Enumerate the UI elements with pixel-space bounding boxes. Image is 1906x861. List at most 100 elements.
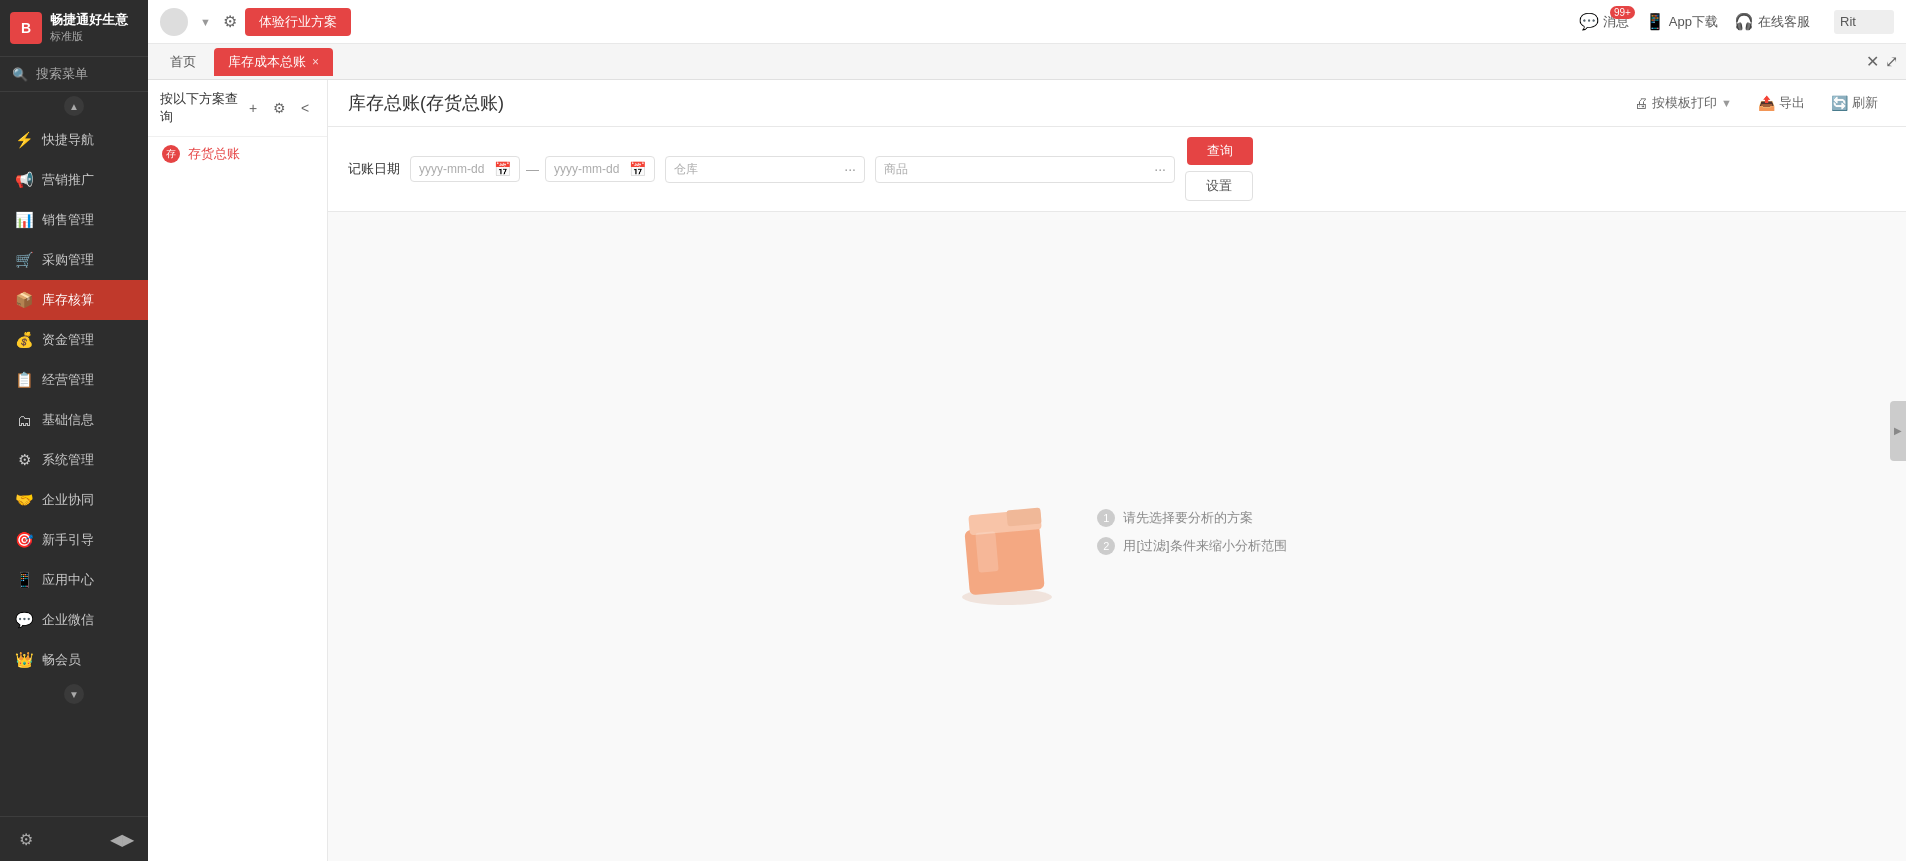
page-header: 库存总账(存货总账) 🖨 按模板打印 ▼ 📤 导出 🔄 刷新	[328, 80, 1906, 127]
app-download-icon: 📱	[1645, 12, 1665, 31]
svg-rect-3	[1007, 507, 1042, 526]
schema-item-icon: 存	[162, 145, 180, 163]
query-form: 记账日期 yyyy-mm-dd 📅 — yyyy-mm-dd 📅 仓库 ···	[328, 127, 1906, 212]
manage-schema-button[interactable]: ⚙	[269, 98, 289, 118]
form-buttons: 查询 设置	[1185, 137, 1253, 201]
sidebar-item-sales[interactable]: 📊 销售管理	[0, 200, 148, 240]
warehouse-placeholder: 仓库	[674, 161, 698, 178]
sidebar-item-cooperation[interactable]: 🤝 企业协同	[0, 480, 148, 520]
brand-name: 畅捷通好生意	[50, 12, 128, 29]
logo-icon: B	[10, 12, 42, 44]
collapse-panel-button[interactable]: <	[295, 98, 315, 118]
topbar-right: 💬 消息 99+ 📱 App下载 🎧 在线客服 Rit	[1579, 10, 1894, 34]
warehouse-select[interactable]: 仓库 ···	[665, 156, 865, 183]
inventory-icon: 📦	[14, 290, 34, 310]
sidebar-item-appstore[interactable]: 📱 应用中心	[0, 560, 148, 600]
print-icon: 🖨	[1634, 95, 1648, 111]
tip-text-2: 用[过滤]条件来缩小分析范围	[1123, 537, 1286, 555]
tab-inventory-label: 库存成本总账	[228, 53, 306, 71]
sidebar-item-basic[interactable]: 🗂 基础信息	[0, 400, 148, 440]
collapse-sidebar-icon[interactable]: ◀▶	[110, 827, 134, 851]
sales-label: 销售管理	[42, 211, 94, 229]
tab-inventory-ledger[interactable]: 库存成本总账 ×	[214, 48, 333, 76]
wechat-label: 企业微信	[42, 611, 94, 629]
newbie-icon: 🎯	[14, 530, 34, 550]
goods-more-icon: ···	[1154, 161, 1166, 177]
sidebar: B 畅捷通好生意 标准版 🔍 搜索菜单 ▲ ⚡ 快捷导航 📢 营销推广 📊 销售…	[0, 0, 148, 861]
search-menu-label: 搜索菜单	[36, 65, 88, 83]
refresh-button[interactable]: 🔄 刷新	[1823, 90, 1886, 116]
goods-placeholder: 商品	[884, 161, 908, 178]
date-end-input[interactable]: yyyy-mm-dd 📅	[545, 156, 655, 182]
date-end-placeholder: yyyy-mm-dd	[554, 162, 619, 176]
online-service-item[interactable]: 🎧 在线客服	[1734, 12, 1810, 31]
sidebar-item-wechat[interactable]: 💬 企业微信	[0, 600, 148, 640]
empty-box-svg	[947, 477, 1067, 607]
user-area	[160, 8, 192, 36]
sidebar-item-vip[interactable]: 👑 畅会员	[0, 640, 148, 680]
date-range: yyyy-mm-dd 📅 — yyyy-mm-dd 📅	[410, 156, 655, 182]
app-download-item[interactable]: 📱 App下载	[1645, 12, 1718, 31]
export-button[interactable]: 📤 导出	[1750, 90, 1813, 116]
print-dropdown-icon[interactable]: ▼	[1721, 97, 1732, 109]
app-download-label: App下载	[1669, 13, 1718, 31]
industry-solution-button[interactable]: 体验行业方案	[245, 8, 351, 36]
sidebar-item-operations[interactable]: 📋 经营管理	[0, 360, 148, 400]
inventory-label: 库存核算	[42, 291, 94, 309]
purchase-label: 采购管理	[42, 251, 94, 269]
panel-close-icon[interactable]: ✕	[1866, 52, 1879, 71]
add-schema-button[interactable]: +	[243, 98, 263, 118]
settings-button[interactable]: 设置	[1185, 171, 1253, 201]
sidebar-item-newbie[interactable]: 🎯 新手引导	[0, 520, 148, 560]
sidebar-item-system[interactable]: ⚙ 系统管理	[0, 440, 148, 480]
page-header-actions: 🖨 按模板打印 ▼ 📤 导出 🔄 刷新	[1626, 90, 1886, 116]
newbie-label: 新手引导	[42, 531, 94, 549]
messages-item[interactable]: 💬 消息 99+	[1579, 12, 1629, 31]
user-avatar	[160, 8, 188, 36]
purchase-icon: 🛒	[14, 250, 34, 270]
system-icon: ⚙	[14, 450, 34, 470]
empty-illustration	[947, 477, 1067, 597]
empty-tips: 1 请先选择要分析的方案 2 用[过滤]条件来缩小分析范围	[1097, 509, 1286, 565]
right-panel-toggle[interactable]: ▶	[1890, 401, 1906, 461]
sidebar-item-inventory[interactable]: 📦 库存核算	[0, 280, 148, 320]
settings-gear-icon[interactable]: ⚙	[14, 827, 38, 851]
search-icon: 🔍	[12, 67, 28, 82]
cooperation-label: 企业协同	[42, 491, 94, 509]
panel-expand-icon[interactable]: ⤢	[1885, 52, 1898, 71]
search-menu-item[interactable]: 🔍 搜索菜单	[0, 57, 148, 92]
message-icon: 💬	[1579, 12, 1599, 31]
tabs-bar: 首页 库存成本总账 × ✕ ⤢	[148, 44, 1906, 80]
empty-state-inner: 1 请先选择要分析的方案 2 用[过滤]条件来缩小分析范围	[947, 477, 1286, 597]
scroll-down-btn[interactable]: ▼	[64, 684, 84, 704]
sidebar-item-finance[interactable]: 💰 资金管理	[0, 320, 148, 360]
topbar-user-right[interactable]: Rit	[1834, 10, 1894, 34]
right-panel-icon: ▶	[1894, 425, 1902, 436]
quick-nav-icon: ⚡	[14, 130, 34, 150]
date-start-input[interactable]: yyyy-mm-dd 📅	[410, 156, 520, 182]
tab-close-icon[interactable]: ×	[312, 55, 319, 69]
topbar-username: Rit	[1840, 14, 1856, 29]
schema-item-inventory[interactable]: 存 存货总账	[148, 137, 327, 171]
basic-icon: 🗂	[14, 410, 34, 430]
vip-label: 畅会员	[42, 651, 81, 669]
topbar-settings-icon[interactable]: ⚙	[223, 12, 237, 31]
marketing-icon: 📢	[14, 170, 34, 190]
tab-home[interactable]: 首页	[156, 48, 210, 76]
goods-select[interactable]: 商品 ···	[875, 156, 1175, 183]
user-dropdown-icon[interactable]: ▼	[200, 16, 211, 28]
basic-label: 基础信息	[42, 411, 94, 429]
sidebar-item-purchase[interactable]: 🛒 采购管理	[0, 240, 148, 280]
system-label: 系统管理	[42, 451, 94, 469]
query-button[interactable]: 查询	[1187, 137, 1253, 165]
sidebar-bottom: ⚙ ◀▶	[0, 816, 148, 861]
sidebar-item-quick-nav[interactable]: ⚡ 快捷导航	[0, 120, 148, 160]
empty-tip-2: 2 用[过滤]条件来缩小分析范围	[1097, 537, 1286, 555]
scroll-up-btn[interactable]: ▲	[64, 96, 84, 116]
sidebar-item-marketing[interactable]: 📢 营销推广	[0, 160, 148, 200]
tab-actions-area: ✕ ⤢	[1866, 52, 1898, 71]
appstore-label: 应用中心	[42, 571, 94, 589]
online-service-label: 在线客服	[1758, 13, 1810, 31]
print-template-button[interactable]: 🖨 按模板打印 ▼	[1626, 90, 1740, 116]
content-area: 按以下方案查询 + ⚙ < 存 存货总账 库存总账(存货总账) 🖨	[148, 80, 1906, 861]
